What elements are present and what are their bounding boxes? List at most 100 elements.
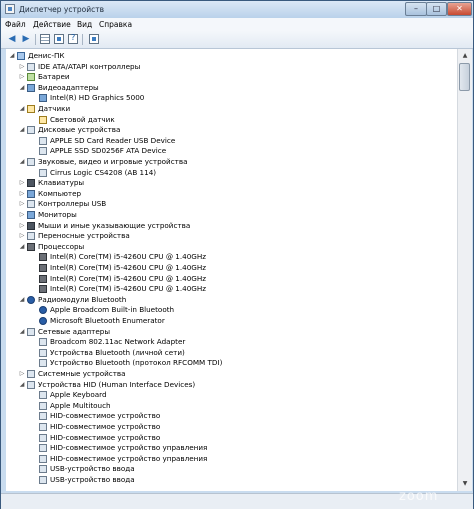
sound-icon	[27, 158, 35, 166]
maximize-button[interactable]: □	[426, 2, 447, 16]
sensor-icon	[27, 105, 35, 113]
minimize-button[interactable]: –	[405, 2, 427, 16]
tree-item-label: APPLE SSD SD0256F ATA Device	[50, 146, 167, 156]
expand-arrow-icon[interactable]: ▷	[18, 210, 26, 220]
collapse-arrow-icon[interactable]: ◢	[18, 157, 26, 167]
watermark-text: zoom	[399, 489, 439, 504]
tree-item-label: Звуковые, видео и игровые устройства	[38, 157, 188, 166]
expand-arrow-icon[interactable]: ▷	[18, 221, 26, 231]
expand-arrow-icon[interactable]: ▷	[18, 62, 26, 72]
keyboard-icon	[27, 179, 35, 188]
collapse-arrow-icon[interactable]: ◢	[18, 104, 26, 114]
tree-item-label: USB-устройство ввода	[50, 475, 135, 484]
processor-icon	[27, 242, 35, 251]
collapse-arrow-icon[interactable]: ◢	[18, 380, 26, 390]
tree-item-label: Intel(R) HD Graphics 5000	[50, 93, 145, 103]
processor-device-icon	[39, 264, 47, 272]
title-bar[interactable]: Диспетчер устройств – □ ✕	[1, 1, 473, 18]
expand-arrow-icon[interactable]: ▷	[18, 189, 26, 199]
tree-item-label: Intel(R) Core(TM) i5-4260U CPU @ 1.40GHz	[50, 273, 207, 283]
menu-action[interactable]: Действие	[33, 20, 71, 29]
disk-drive-device-icon	[39, 147, 47, 156]
collapse-arrow-icon[interactable]: ◢	[18, 295, 26, 305]
tree-item-label: Системные устройства	[38, 369, 126, 378]
device-manager-icon	[5, 4, 15, 14]
tree-item-label: Радиомодули Bluetooth	[38, 294, 127, 304]
help-icon[interactable]	[68, 33, 78, 44]
window-title: Диспетчер устройств	[19, 5, 105, 14]
bluetooth-device-icon	[39, 306, 47, 315]
processor-device-icon	[39, 285, 47, 294]
collapse-arrow-icon[interactable]: ◢	[18, 242, 26, 252]
collapse-arrow-icon[interactable]: ◢	[8, 51, 16, 61]
tree-item-label: HID-совместимое устройство	[50, 432, 161, 442]
tree-item-label: USB-устройство ввода	[50, 464, 135, 474]
bluetooth-device-icon	[39, 317, 47, 325]
tree-item-label: Мыши и иные указывающие устройства	[38, 220, 191, 230]
hid-device-icon	[39, 412, 47, 421]
hid-device-icon	[39, 401, 47, 410]
tree-item-label: Устройства HID (Human Interface Devices)	[38, 379, 196, 389]
expand-arrow-icon[interactable]: ▷	[18, 231, 26, 241]
network-adapter-icon	[27, 327, 35, 336]
menu-file[interactable]: Файл	[5, 20, 26, 29]
properties-icon[interactable]	[54, 34, 64, 44]
forward-arrow-icon[interactable]: ▶	[21, 34, 31, 44]
tree-item-label: Контроллеры USB	[38, 199, 107, 209]
collapse-arrow-icon[interactable]: ◢	[18, 327, 26, 337]
battery-icon	[27, 73, 35, 82]
expand-arrow-icon[interactable]: ▷	[18, 369, 26, 379]
sound-device-icon	[39, 168, 47, 177]
expand-arrow-icon[interactable]: ▷	[18, 199, 26, 209]
tree-item-label: Датчики	[38, 104, 71, 113]
hid-device-icon	[39, 476, 47, 484]
scroll-up-icon[interactable]: ▲	[460, 51, 470, 61]
processor-device-icon	[39, 274, 47, 283]
device-tree: ◢ Денис-ПК ▷ IDE ATA/ATAPI контроллеры ▷ Бата…	[6, 49, 457, 491]
expand-arrow-icon[interactable]: ▷	[18, 72, 26, 82]
tree-item-label: Мониторы	[38, 210, 77, 219]
sensor-device-icon	[39, 115, 47, 124]
scan-hardware-icon[interactable]	[89, 34, 99, 44]
device-manager-window: Диспетчер устройств – □ ✕ Файл Действие …	[0, 0, 474, 509]
hid-device-icon	[39, 444, 47, 453]
network-adapter-device-icon	[39, 359, 47, 368]
hid-device-icon	[39, 391, 47, 400]
hid-device-icon	[39, 465, 47, 474]
collapse-arrow-icon[interactable]: ◢	[18, 83, 26, 93]
close-button[interactable]: ✕	[447, 2, 472, 16]
monitor-icon	[27, 211, 35, 219]
disk-drive-icon	[27, 126, 35, 135]
tree-item-label: Световой датчик	[50, 114, 115, 124]
menu-view[interactable]: Вид	[77, 20, 92, 29]
tree-item-label: Intel(R) Core(TM) i5-4260U CPU @ 1.40GHz	[50, 284, 207, 294]
tree-item-label: Apple Broadcom Built-in Bluetooth	[50, 305, 175, 315]
toolbar-separator	[82, 34, 83, 45]
display-adapter-device-icon	[39, 94, 47, 103]
tree-item-label: HID-совместимое устройство управления	[50, 443, 208, 453]
expand-arrow-icon[interactable]: ▷	[18, 178, 26, 188]
disk-drive-device-icon	[39, 136, 47, 145]
tree-item-label: Intel(R) Core(TM) i5-4260U CPU @ 1.40GHz	[50, 263, 207, 272]
collapse-arrow-icon[interactable]: ◢	[18, 125, 26, 135]
vertical-scrollbar[interactable]: ▲ ▼	[457, 49, 472, 491]
scrollbar-thumb[interactable]	[459, 63, 470, 91]
scroll-down-icon[interactable]: ▼	[460, 479, 470, 489]
menu-help[interactable]: Справка	[99, 20, 132, 29]
network-adapter-device-icon	[39, 338, 47, 347]
show-hide-console-tree-icon[interactable]	[40, 34, 50, 44]
network-adapter-device-icon	[39, 348, 47, 357]
back-arrow-icon[interactable]: ◀	[7, 34, 17, 44]
